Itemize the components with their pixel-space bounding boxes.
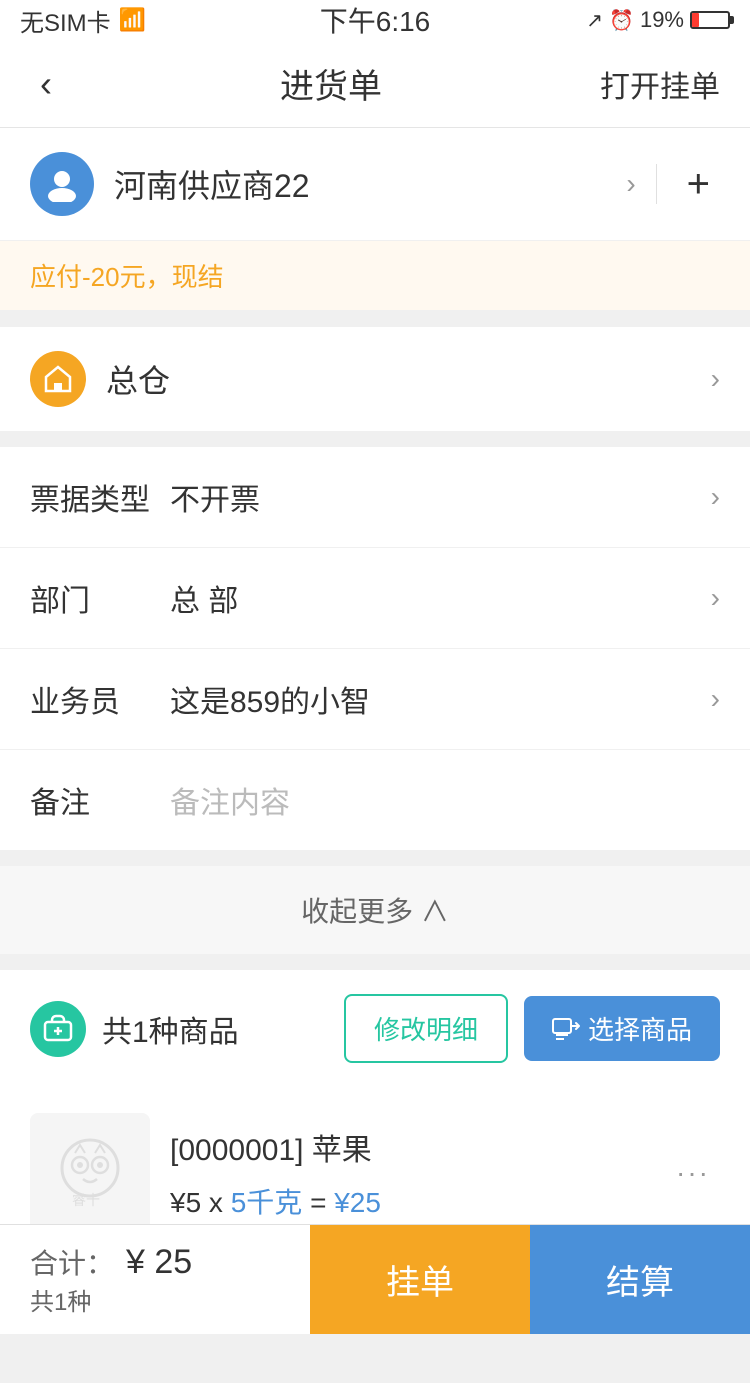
product-equals: =: [310, 1187, 334, 1218]
battery-fill: [692, 13, 699, 27]
page-title: 进货单: [280, 59, 382, 108]
product-price-line: ¥5 x 5千克 = ¥25: [170, 1181, 646, 1221]
battery-icon: [690, 11, 730, 29]
dept-row[interactable]: 部门 总 部 ›: [0, 548, 750, 649]
warehouse-icon: [30, 351, 86, 407]
location-icon: ↗: [586, 8, 603, 33]
supplier-section: 河南供应商22 › + 应付-20元，现结: [0, 128, 750, 310]
invoice-row[interactable]: 票据类型 不开票 ›: [0, 447, 750, 548]
products-section: 共1种商品 修改明细 选择商品: [0, 970, 750, 1257]
supplier-chevron-icon: ›: [626, 168, 635, 200]
back-button[interactable]: ‹: [30, 53, 62, 115]
carrier-label: 无SIM卡: [20, 3, 111, 38]
collapse-label: 收起更多 ∧: [301, 890, 449, 930]
sales-row[interactable]: 业务员 这是859的小智 ›: [0, 649, 750, 750]
product-header: 共1种商品 修改明细 选择商品: [0, 970, 750, 1087]
wifi-icon: 📶: [119, 7, 146, 33]
sales-chevron-icon: ›: [711, 683, 720, 715]
supplier-name: 河南供应商22: [114, 161, 626, 207]
product-count: 共1种商品: [102, 1007, 328, 1051]
sales-label: 业务员: [30, 677, 170, 721]
status-left: 无SIM卡 📶: [20, 3, 146, 38]
supplier-row[interactable]: 河南供应商22 › +: [0, 128, 750, 241]
invoice-value: 不开票: [170, 475, 711, 519]
status-bar: 无SIM卡 📶 下午6:16 ↗ ⏰ 19%: [0, 0, 750, 40]
warehouse-chevron-icon: ›: [711, 363, 720, 395]
total-label-inline: 合计：: [30, 1242, 114, 1282]
edit-detail-button[interactable]: 修改明细: [344, 994, 508, 1063]
product-total: ¥25: [334, 1187, 381, 1218]
open-hang-button[interactable]: 打开挂单: [600, 62, 720, 106]
alert-text: 应付-20元，现结: [30, 262, 224, 292]
total-count: 共1种: [30, 1282, 280, 1317]
battery-label: 19%: [640, 7, 684, 33]
product-thumbnail: 睿十: [30, 1113, 150, 1233]
product-title: 苹果: [312, 1134, 372, 1167]
product-icon: [30, 1001, 86, 1057]
dept-label: 部门: [30, 576, 170, 620]
status-right: ↗ ⏰ 19%: [586, 7, 730, 33]
svg-text:睿十: 睿十: [72, 1192, 100, 1208]
warehouse-row[interactable]: 总仓 ›: [0, 326, 750, 431]
warehouse-section: 总仓 ›: [0, 326, 750, 431]
settle-button[interactable]: 结算: [530, 1225, 750, 1334]
invoice-chevron-icon: ›: [711, 481, 720, 513]
product-name: [0000001] 苹果: [170, 1125, 646, 1169]
product-code: [0000001]: [170, 1134, 312, 1167]
back-icon: ‹: [40, 63, 52, 104]
remark-input[interactable]: 备注内容: [170, 778, 720, 822]
product-info: [0000001] 苹果 ¥5 x 5千克 = ¥25: [170, 1125, 646, 1221]
bottom-bar: 合计： ¥ 25 共1种 挂单 结算: [0, 1224, 750, 1334]
supplier-add-button[interactable]: +: [677, 162, 720, 207]
hang-button[interactable]: 挂单: [310, 1225, 530, 1334]
collapse-button[interactable]: 收起更多 ∧: [0, 866, 750, 954]
product-unit-price: ¥5 x: [170, 1187, 231, 1218]
status-time: 下午6:16: [320, 0, 431, 40]
remark-label: 备注: [30, 778, 170, 822]
main-content: 河南供应商22 › + 应付-20元，现结 总仓 › 票据类型 不开票 ›: [0, 128, 750, 1383]
total-amount: ¥ 25: [126, 1243, 192, 1282]
invoice-label: 票据类型: [30, 475, 170, 519]
total-section: 合计： ¥ 25 共1种: [0, 1225, 310, 1334]
alert-banner: 应付-20元，现结: [0, 241, 750, 310]
select-product-label: 选择商品: [588, 1010, 692, 1047]
supplier-avatar: [30, 152, 94, 216]
product-qty: 5千克: [231, 1187, 303, 1218]
supplier-divider: [656, 164, 657, 204]
warehouse-name: 总仓: [106, 356, 711, 402]
remark-row[interactable]: 备注 备注内容: [0, 750, 750, 850]
nav-bar: ‹ 进货单 打开挂单: [0, 40, 750, 128]
dept-value: 总 部: [170, 576, 711, 620]
select-product-button[interactable]: 选择商品: [524, 996, 720, 1061]
dept-chevron-icon: ›: [711, 582, 720, 614]
product-more-button[interactable]: ···: [666, 1147, 720, 1199]
alarm-icon: ⏰: [609, 8, 634, 33]
sales-value: 这是859的小智: [170, 677, 711, 721]
form-section: 票据类型 不开票 › 部门 总 部 › 业务员 这是859的小智 › 备注 备注…: [0, 447, 750, 850]
